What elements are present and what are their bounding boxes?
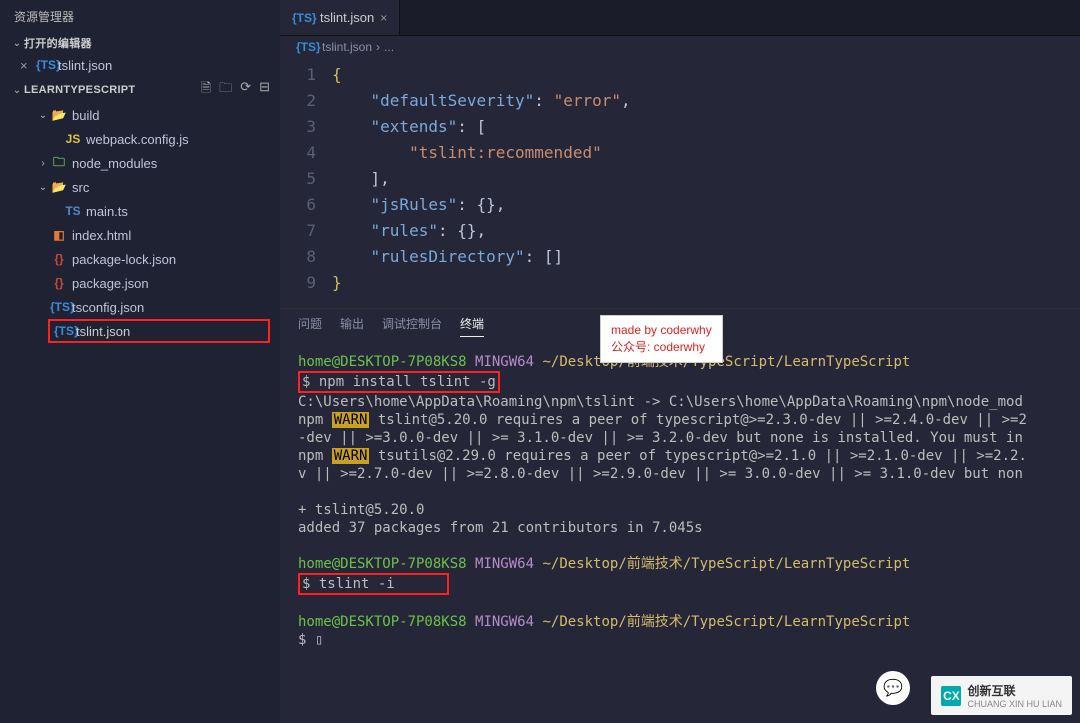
explorer-title: 资源管理器 — [0, 0, 280, 33]
new-folder-icon[interactable]: 🗀 — [219, 79, 232, 101]
tree-item-label: node_modules — [72, 156, 157, 171]
json-file-icon: {TS} — [292, 11, 310, 25]
code-editor[interactable]: 1{2 "defaultSeverity": "error",3 "extend… — [280, 58, 1080, 308]
open-editor-item-label: tslint.json — [58, 58, 112, 73]
panel-tab-0[interactable]: 问题 — [298, 315, 322, 337]
line-number: 2 — [280, 88, 332, 114]
code-line[interactable]: "defaultSeverity": "error", — [332, 88, 631, 114]
editor-tabbar: {TS} tslint.json × — [280, 0, 1080, 36]
code-line[interactable]: "extends": [ — [332, 114, 486, 140]
code-line[interactable]: "jsRules": {}, — [332, 192, 505, 218]
code-line[interactable]: ], — [332, 166, 390, 192]
tree-item-label: webpack.config.js — [86, 132, 189, 147]
chevron-down-icon: ⌄ — [10, 85, 24, 96]
tree-item-main-ts[interactable]: TS main.ts — [12, 199, 280, 223]
refresh-icon[interactable]: ⟳ — [240, 79, 251, 101]
chat-bubble-icon[interactable]: 💬 — [876, 671, 910, 705]
code-line[interactable]: } — [332, 270, 342, 296]
new-file-icon[interactable]: 🗎 — [201, 79, 211, 101]
breadcrumb[interactable]: {TS} tslint.json › ... — [280, 36, 1080, 58]
close-icon[interactable]: × — [20, 58, 36, 73]
chevron-icon: › — [36, 158, 50, 169]
json-file-icon: {TS} — [296, 40, 314, 54]
code-line[interactable]: { — [332, 62, 342, 88]
line-number: 9 — [280, 270, 332, 296]
open-editor-item[interactable]: × {TS} tslint.json — [0, 53, 280, 77]
line-number: 8 — [280, 244, 332, 270]
watermark-line2: 公众号: coderwhy — [611, 339, 712, 356]
panel-tab-3[interactable]: 终端 — [460, 315, 484, 337]
file-icon: 📂 — [50, 108, 68, 122]
tree-item-label: package-lock.json — [72, 252, 176, 267]
tree-item-build[interactable]: ⌄📂 build — [12, 103, 280, 127]
panel-tab-2[interactable]: 调试控制台 — [382, 315, 442, 337]
open-editors-label: 打开的编辑器 — [24, 35, 270, 51]
file-tree: ⌄📂buildJSwebpack.config.js›🗀node_modules… — [0, 103, 280, 343]
explorer-sidebar: 资源管理器 ⌄ 打开的编辑器 × {TS} tslint.json ⌄ LEAR… — [0, 0, 280, 723]
logo-mark-icon: CX — [941, 686, 961, 706]
code-line[interactable]: "rules": {}, — [332, 218, 486, 244]
close-icon[interactable]: × — [380, 11, 387, 25]
code-line[interactable]: "tslint:recommended" — [332, 140, 602, 166]
file-icon: {TS} — [54, 324, 72, 338]
tree-item-index-html[interactable]: ◧ index.html — [12, 223, 280, 247]
logo-sub: CHUANG XIN HU LIAN — [967, 699, 1062, 709]
corner-logo: CX 创新互联 CHUANG XIN HU LIAN — [931, 676, 1072, 715]
tree-item-label: src — [72, 180, 89, 195]
line-number: 4 — [280, 140, 332, 166]
terminal[interactable]: home@DESKTOP-7P08KS8 MINGW64 ~/Desktop/前… — [280, 343, 1080, 723]
line-number: 5 — [280, 166, 332, 192]
chevron-icon: ⌄ — [36, 182, 50, 193]
tree-item-label: index.html — [72, 228, 131, 243]
file-icon: {} — [50, 276, 68, 290]
tree-item-label: tslint.json — [76, 324, 130, 339]
tree-item-node-modules[interactable]: ›🗀 node_modules — [12, 151, 280, 175]
file-icon: JS — [64, 132, 82, 146]
line-number: 3 — [280, 114, 332, 140]
file-icon: {} — [50, 252, 68, 266]
breadcrumb-item: ... — [384, 40, 394, 54]
breadcrumb-separator: › — [376, 40, 380, 54]
line-number: 7 — [280, 218, 332, 244]
chevron-down-icon: ⌄ — [10, 38, 24, 49]
file-icon: 🗀 — [50, 153, 68, 174]
file-icon: 📂 — [50, 180, 68, 194]
file-icon: {TS} — [50, 300, 68, 314]
tree-item-webpack-config-js[interactable]: JS webpack.config.js — [12, 127, 280, 151]
file-icon: ◧ — [50, 228, 68, 242]
tree-item-src[interactable]: ⌄📂 src — [12, 175, 280, 199]
json-file-icon: {TS} — [36, 58, 54, 72]
logo-text: 创新互联 — [967, 682, 1062, 699]
editor-tab-label: tslint.json — [320, 10, 374, 25]
tree-item-package-lock-json[interactable]: {} package-lock.json — [12, 247, 280, 271]
tree-item-label: main.ts — [86, 204, 128, 219]
tree-item-tsconfig-json[interactable]: {TS} tsconfig.json — [12, 295, 280, 319]
tree-item-label: package.json — [72, 276, 149, 291]
tree-item-label: tsconfig.json — [72, 300, 144, 315]
breadcrumb-item: tslint.json — [322, 40, 372, 54]
tree-item-label: build — [72, 108, 99, 123]
watermark-box: made by coderwhy 公众号: coderwhy — [600, 315, 723, 363]
project-label: LEARNTYPESCRIPT — [24, 84, 201, 96]
chevron-icon: ⌄ — [36, 110, 50, 121]
tree-item-tslint-json[interactable]: {TS} tslint.json — [48, 319, 270, 343]
collapse-icon[interactable]: ⊟ — [259, 79, 270, 101]
watermark-line1: made by coderwhy — [611, 322, 712, 339]
file-icon: TS — [64, 204, 82, 218]
project-header[interactable]: ⌄ LEARNTYPESCRIPT 🗎 🗀 ⟳ ⊟ — [0, 77, 280, 103]
tree-item-package-json[interactable]: {} package.json — [12, 271, 280, 295]
open-editors-header[interactable]: ⌄ 打开的编辑器 — [0, 33, 280, 53]
editor-tab[interactable]: {TS} tslint.json × — [280, 0, 400, 35]
line-number: 1 — [280, 62, 332, 88]
line-number: 6 — [280, 192, 332, 218]
code-line[interactable]: "rulesDirectory": [] — [332, 244, 563, 270]
panel-tab-1[interactable]: 输出 — [340, 315, 364, 337]
